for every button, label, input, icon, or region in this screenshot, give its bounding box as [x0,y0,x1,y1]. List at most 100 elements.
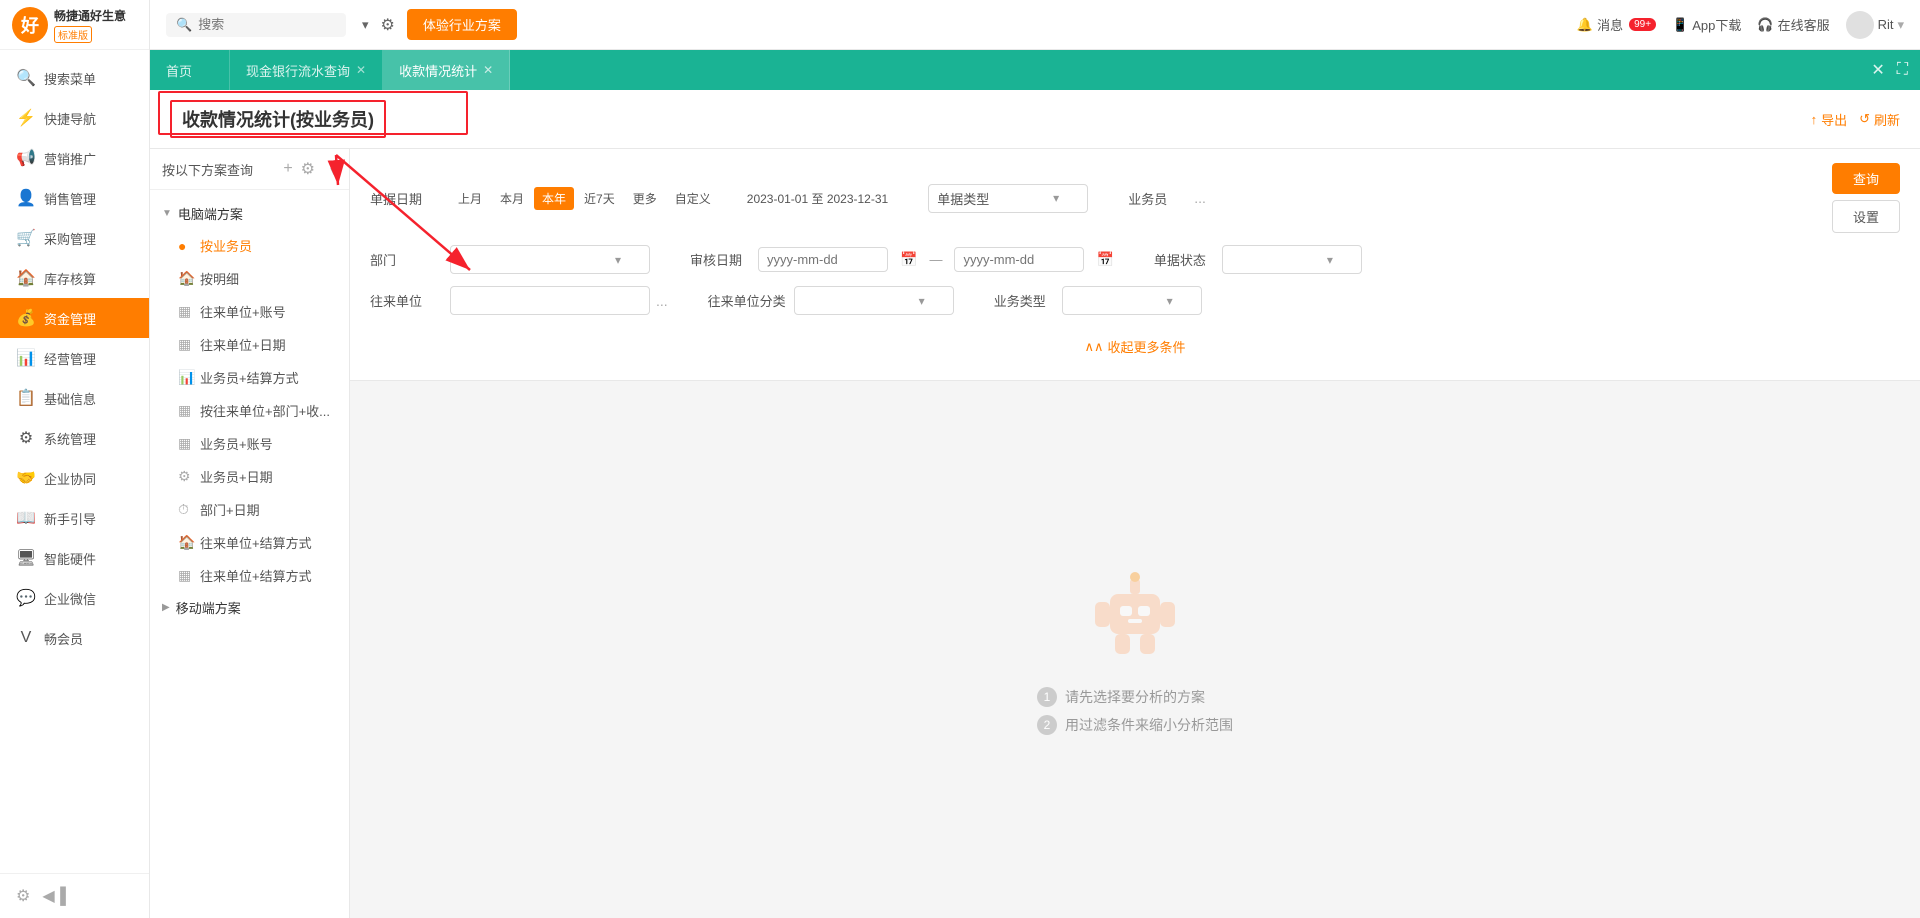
counterpart-category-select[interactable]: ▾ [794,286,954,315]
sidebar-item-hardware[interactable]: 🖥 智能硬件 [0,538,149,578]
calendar-start-icon[interactable]: 📅 [900,251,917,268]
sidebar-item-system[interactable]: ⚙ 系统管理 [0,418,149,458]
scheme-collapse-icon[interactable]: 《 [323,159,337,179]
tab-receipt[interactable]: 收款情况统计 ✕ [383,50,510,90]
dept-select[interactable]: ▾ [450,245,650,274]
tab-bank-close-icon[interactable]: ✕ [356,63,366,77]
sidebar-item-quick[interactable]: ⚡ 快捷导航 [0,98,149,138]
topbar-gear-icon[interactable]: ⚙ [381,15,395,35]
tab-home[interactable]: 首页 [150,50,230,90]
tree-item-salesperson-account-label: 业务员+账号 [200,434,273,453]
unit-settlement1-icon: 🏠 [178,534,194,551]
user-area[interactable]: Rit ▾ [1846,11,1904,39]
tree-item-salesperson-date[interactable]: ⚙ 业务员+日期 [150,460,349,493]
query-button[interactable]: 查询 [1832,163,1900,194]
date-tab-this-month[interactable]: 本月 [492,187,532,210]
tree-item-unit-settlement1[interactable]: 🏠 往来单位+结算方式 [150,526,349,559]
trial-button[interactable]: 体验行业方案 [407,9,517,40]
empty-state: 1 请先选择要分析的方案 2 用过滤条件来缩小分析范围 [1037,564,1233,735]
tree-item-unit-account[interactable]: ▦ 往来单位+账号 [150,295,349,328]
business-type-filter: 业务类型 ▾ [994,286,1202,315]
finance-icon: 💰 [16,308,36,328]
sidebar-item-finance[interactable]: 💰 资金管理 [0,298,149,338]
tree-item-by-detail-label: 按明细 [200,269,239,288]
search-icon: 🔍 [16,68,36,88]
tree-item-unit-account-label: 往来单位+账号 [200,302,286,321]
sidebar-item-purchase[interactable]: 🛒 采购管理 [0,218,149,258]
tree-group-mobile-header[interactable]: ▶ 移动端方案 [150,592,349,623]
tree-item-unit-settlement2[interactable]: ▦ 往来单位+结算方式 [150,559,349,592]
tree-group-pc-header[interactable]: ▼ 电脑端方案 [150,198,349,229]
business-type-select[interactable]: ▾ [1062,286,1202,315]
sidebar-collapse-icon[interactable]: ◀▐ [42,886,66,906]
search-input[interactable] [198,17,318,32]
app-download-btn[interactable]: 📱 App下载 [1672,15,1741,34]
unit-account-icon: ▦ [178,303,194,320]
sidebar-item-basic-label: 基础信息 [44,389,96,408]
topbar-dropdown-icon[interactable]: ▾ [362,17,369,33]
refresh-button[interactable]: ↺ 刷新 [1859,110,1900,129]
tabbar-close-icon[interactable]: ✕ [1871,60,1884,80]
tree-group-mobile-arrow: ▶ [162,602,170,613]
salesperson-more-icon[interactable]: ... [1194,190,1206,206]
tree-item-by-salesperson[interactable]: ● 按业务员 [150,229,349,262]
calendar-end-icon[interactable]: 📅 [1096,251,1113,268]
date-tab-more[interactable]: 更多 [625,187,665,210]
tree-item-salesperson-settlement[interactable]: 📊 业务员+结算方式 [150,361,349,394]
add-scheme-icon[interactable]: + [283,160,292,178]
sidebar-item-marketing[interactable]: 📢 营销推广 [0,138,149,178]
tabbar-expand-icon[interactable]: ⛶ [1897,61,1908,79]
notifications-btn[interactable]: 🔔 消息 99+ [1577,15,1656,34]
salesperson-settlement-icon: 📊 [178,369,194,386]
topbar: 🔍 ▾ ⚙ 体验行业方案 🔔 消息 99+ 📱 App下载 🎧 在线客服 Rit [150,0,1920,50]
date-tab-custom[interactable]: 自定义 [667,187,719,210]
review-date-start-input[interactable] [758,247,888,272]
tabbar: 首页 现金银行流水查询 ✕ 收款情况统计 ✕ ✕ ⛶ [150,50,1920,90]
sidebar: 好 畅捷通好生意 标准版 🔍 搜索菜单 ⚡ 快捷导航 📢 营销推广 👤 销售管理… [0,0,150,918]
left-panel-header-icons: + ⚙ 《 [283,159,337,179]
sidebar-item-member[interactable]: V 畅会员 [0,618,149,658]
sidebar-item-basic[interactable]: 📋 基础信息 [0,378,149,418]
tree-item-by-detail[interactable]: 🏠 按明细 [150,262,349,295]
sidebar-item-sales[interactable]: 👤 销售管理 [0,178,149,218]
document-type-select[interactable]: 单据类型 ▾ [928,184,1088,213]
tab-bank[interactable]: 现金银行流水查询 ✕ [230,50,383,90]
service-icon: 🎧 [1757,17,1773,33]
sidebar-item-corp[interactable]: 🤝 企业协同 [0,458,149,498]
sidebar-item-guide-label: 新手引导 [44,509,96,528]
export-button[interactable]: ↑ 导出 [1811,110,1848,129]
counterpart-select[interactable] [450,286,650,315]
date-tab-last-month[interactable]: 上月 [450,187,490,210]
settings-button[interactable]: 设置 [1832,200,1900,233]
collapse-button[interactable]: ∧∧ 收起更多条件 [1084,337,1185,356]
topbar-search-box[interactable]: 🔍 [166,13,346,37]
tree-item-salesperson-account[interactable]: ▦ 业务员+账号 [150,427,349,460]
sidebar-item-wechat[interactable]: 💬 企业微信 [0,578,149,618]
tab-receipt-close-icon[interactable]: ✕ [483,63,493,77]
sidebar-item-inventory[interactable]: 🏠 库存核算 [0,258,149,298]
review-date-filter: 审核日期 📅 — 📅 [690,247,1114,272]
document-status-select[interactable]: ▾ [1222,245,1362,274]
sidebar-item-purchase-label: 采购管理 [44,229,96,248]
sidebar-item-search[interactable]: 🔍 搜索菜单 [0,58,149,98]
sidebar-item-operation[interactable]: 📊 经营管理 [0,338,149,378]
online-service-btn[interactable]: 🎧 在线客服 [1757,15,1829,34]
review-date-end-input[interactable] [954,247,1084,272]
tree-item-dept-date[interactable]: ⏱ 部门+日期 [150,493,349,526]
sidebar-item-guide[interactable]: 📖 新手引导 [0,498,149,538]
counterpart-category-filter: 往来单位分类 ▾ [708,286,954,315]
sidebar-item-inventory-label: 库存核算 [44,269,96,288]
filter-area: 单据日期 上月 本月 本年 近7天 更多 自定义 2023-01-01 至 20… [350,149,1920,381]
sidebar-settings-icon[interactable]: ⚙ [16,886,30,906]
date-tab-7days[interactable]: 近7天 [576,187,623,210]
tree-item-unit-date[interactable]: ▦ 往来单位+日期 [150,328,349,361]
scheme-settings-icon[interactable]: ⚙ [301,159,315,179]
document-type-label: 单据类型 [937,189,989,208]
business-type-label: 业务类型 [994,291,1054,310]
hint-item-1: 1 请先选择要分析的方案 [1037,687,1233,707]
tree-item-salesperson-date-label: 业务员+日期 [200,467,273,486]
date-tab-this-year[interactable]: 本年 [534,187,574,210]
counterpart-more-icon[interactable]: ... [656,293,668,309]
sidebar-nav: 🔍 搜索菜单 ⚡ 快捷导航 📢 营销推广 👤 销售管理 🛒 采购管理 🏠 库存核… [0,50,149,873]
tree-item-unit-dept[interactable]: ▦ 按往来单位+部门+收... [150,394,349,427]
